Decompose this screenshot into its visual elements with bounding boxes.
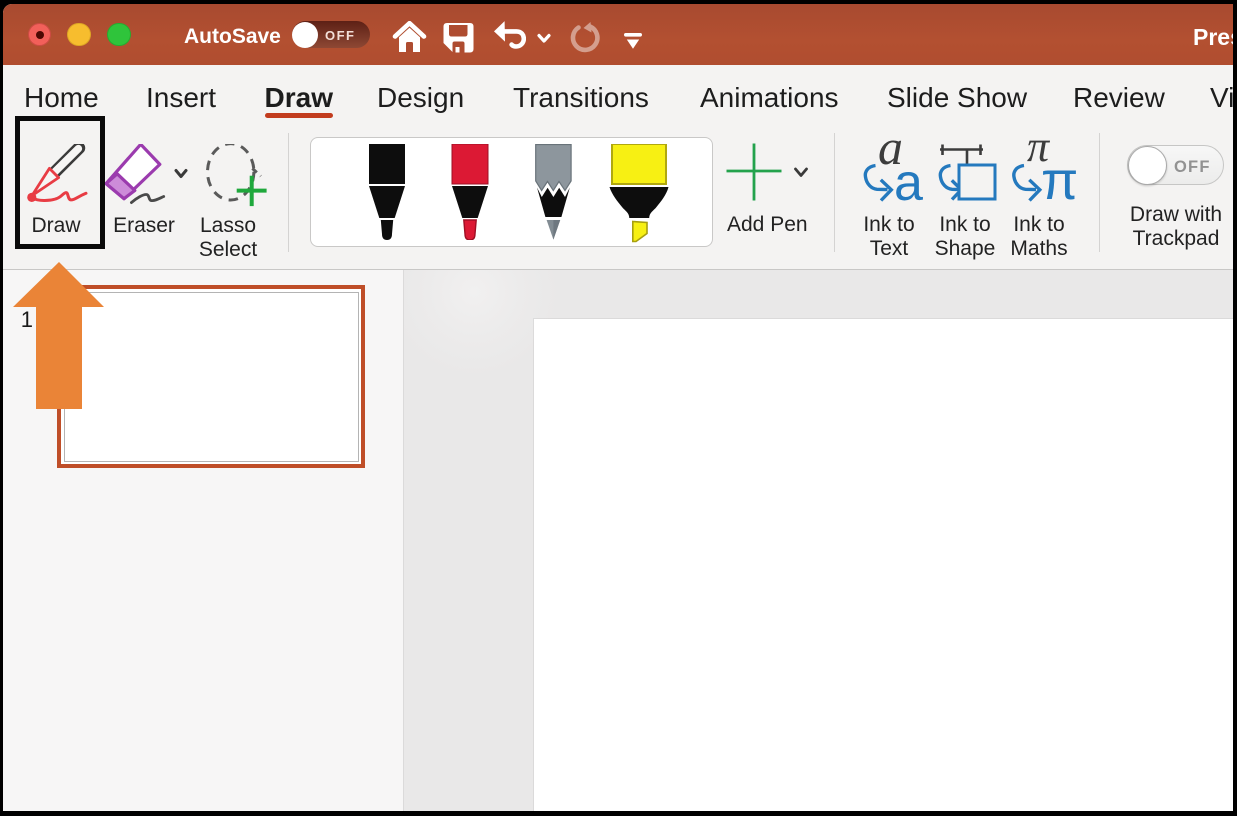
svg-text:π: π [1041,151,1078,207]
svg-text:a: a [894,154,923,207]
